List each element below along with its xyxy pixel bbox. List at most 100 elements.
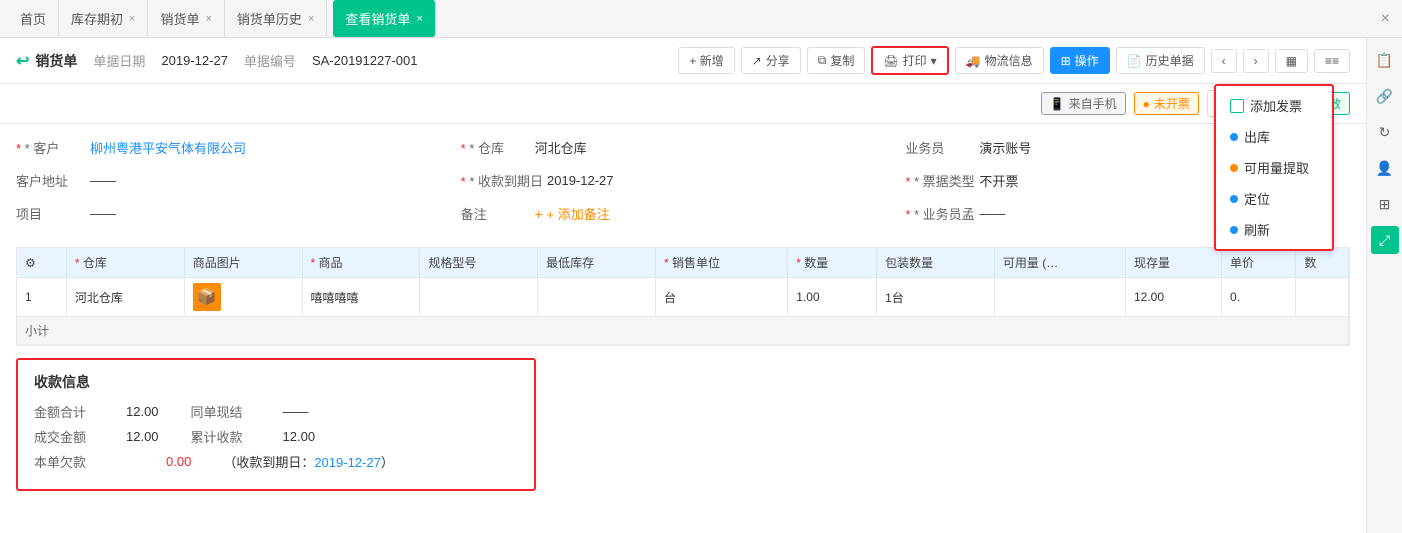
refresh-label: 刷新 bbox=[1244, 220, 1270, 239]
col-product-img: 商品图片 bbox=[184, 248, 302, 278]
subtotal-label: 小计 bbox=[17, 317, 1349, 345]
tab-view-sales-close[interactable]: × bbox=[416, 13, 422, 25]
history-label: 历史单据 bbox=[1146, 52, 1194, 69]
from-phone-button[interactable]: 📱 来自手机 bbox=[1041, 92, 1126, 115]
tab-sales-label: 销货单 bbox=[160, 9, 199, 28]
cell-current-stock: 12.00 bbox=[1125, 278, 1221, 317]
sidebar-rotate-icon[interactable]: ↻ bbox=[1371, 118, 1399, 146]
current-due-label: 本单欠款 bbox=[34, 452, 134, 471]
note-add-button[interactable]: + + 添加备注 bbox=[531, 202, 614, 225]
locate-label: 定位 bbox=[1244, 189, 1270, 208]
current-due-value: 0.00 bbox=[166, 454, 191, 469]
tab-sales-close[interactable]: × bbox=[205, 13, 211, 25]
date-label: 单据日期 bbox=[93, 51, 145, 70]
col-unit-price: 单价 bbox=[1222, 248, 1296, 278]
sidebar-link-icon[interactable]: 🔗 bbox=[1371, 82, 1399, 110]
outbound-item[interactable]: 出库 bbox=[1216, 121, 1332, 152]
history-icon: 📄 bbox=[1127, 54, 1142, 68]
grid-view-button[interactable]: ▦ bbox=[1275, 49, 1308, 73]
refresh-icon bbox=[1230, 226, 1238, 234]
tab-sales-history[interactable]: 销货单历史 × bbox=[225, 0, 327, 37]
amount-value: 12.00 bbox=[126, 404, 159, 419]
tab-home-label: 首页 bbox=[20, 9, 46, 28]
logistics-icon: 🚚 bbox=[966, 54, 981, 68]
sidebar-expand-icon[interactable]: ⤢ bbox=[1371, 226, 1399, 254]
col-current-stock: 现存量 bbox=[1125, 248, 1221, 278]
cell-pack-qty: 1台 bbox=[877, 278, 995, 317]
nav-prev-button[interactable]: ‹ bbox=[1211, 49, 1237, 73]
table-row: 1 河北仓库 📦 嘻嘻嘻嘻 台 1.00 1台 12.00 0. bbox=[17, 278, 1349, 317]
form-area: * 客户 柳州粤港平安气体有限公司 * 仓库 河北仓库 业务员 演示账号 客户地… bbox=[0, 124, 1366, 247]
project-value: —— bbox=[86, 204, 120, 223]
window-close-button[interactable]: × bbox=[1381, 10, 1390, 28]
doc-type-label: 销货单 bbox=[35, 51, 77, 71]
cell-unit: 台 bbox=[655, 278, 787, 317]
operations-button[interactable]: ⊞ 操作 bbox=[1050, 47, 1110, 74]
tab-inventory-close[interactable]: × bbox=[129, 13, 135, 25]
due-date-note: （收款到期日：2019-12-27） bbox=[223, 452, 394, 471]
cell-more bbox=[1296, 278, 1349, 317]
not-open-button[interactable]: ● 未开票 bbox=[1134, 92, 1199, 115]
cell-index: 1 bbox=[17, 278, 66, 317]
logistics-button[interactable]: 🚚 物流信息 bbox=[955, 47, 1044, 74]
nav-right-icon: › bbox=[1254, 54, 1258, 68]
col-settings[interactable]: ⚙ bbox=[17, 248, 66, 278]
cell-product-img: 📦 bbox=[184, 278, 302, 317]
customer-value[interactable]: 柳州粤港平安气体有限公司 bbox=[86, 136, 250, 159]
address-value: —— bbox=[86, 171, 120, 190]
payment-row-3: 本单欠款 0.00 （收款到期日：2019-12-27） bbox=[34, 452, 518, 471]
note-label: 备注 bbox=[461, 204, 531, 223]
product-table: ⚙ * 仓库 商品图片 * 商品 规格型号 最低库存 * 销售单位 * 数量 包… bbox=[16, 247, 1350, 346]
tab-history-close[interactable]: × bbox=[308, 13, 314, 25]
cell-product-name: 嘻嘻嘻嘻 bbox=[302, 278, 420, 317]
due-date-field: * 收款到期日 2019-12-27 bbox=[461, 171, 906, 190]
form-row-2: 客户地址 —— * 收款到期日 2019-12-27 * 票据类型 不开票 bbox=[16, 169, 1350, 192]
product-thumbnail: 📦 bbox=[193, 283, 221, 311]
form-row-1: * 客户 柳州粤港平安气体有限公司 * 仓库 河北仓库 业务员 演示账号 bbox=[16, 136, 1350, 159]
outbound-icon bbox=[1230, 133, 1238, 141]
sidebar-user-icon[interactable]: 👤 bbox=[1371, 154, 1399, 182]
sidebar-info-icon[interactable]: 📋 bbox=[1371, 46, 1399, 74]
share-button[interactable]: ↗ 分享 bbox=[741, 47, 801, 74]
toolbar2: 📱 来自手机 ● 未开票 ✓ 已核销 ✓ 已生效 bbox=[0, 84, 1366, 124]
print-button[interactable]: 🖨 打印 ▾ bbox=[871, 46, 948, 75]
col-unit: * 销售单位 bbox=[655, 248, 787, 278]
copy-button[interactable]: ⧉ 复制 bbox=[807, 47, 866, 74]
new-button[interactable]: + 新增 bbox=[678, 47, 734, 74]
sidebar-table-icon[interactable]: ⊞ bbox=[1371, 190, 1399, 218]
col-qty: * 数量 bbox=[788, 248, 877, 278]
operations-label: 操作 bbox=[1075, 52, 1099, 69]
locate-item[interactable]: 定位 bbox=[1216, 183, 1332, 214]
transaction-label: 成交金额 bbox=[34, 427, 94, 446]
project-field: 项目 —— bbox=[16, 204, 461, 223]
share-label: 分享 bbox=[766, 52, 790, 69]
payment-info-title: 收款信息 bbox=[34, 372, 518, 392]
tab-sales-order[interactable]: 销货单 × bbox=[148, 0, 224, 37]
doc-header: ↩ 销货单 单据日期 2019-12-27 单据编号 SA-20191227-0… bbox=[0, 38, 1366, 84]
history-button[interactable]: 📄 历史单据 bbox=[1116, 47, 1205, 74]
logistics-label: 物流信息 bbox=[985, 52, 1033, 69]
cumulative-value: 12.00 bbox=[283, 429, 316, 444]
add-invoice-item[interactable]: 添加发票 bbox=[1216, 90, 1332, 121]
note-add-label: + 添加备注 bbox=[546, 207, 609, 222]
col-spec: 规格型号 bbox=[420, 248, 538, 278]
new-label: + 新增 bbox=[689, 52, 723, 69]
cell-min-stock bbox=[538, 278, 656, 317]
tab-inventory-init[interactable]: 库存期初 × bbox=[59, 0, 148, 37]
ticket-icon: ● bbox=[1143, 97, 1150, 111]
tab-home[interactable]: 首页 bbox=[8, 0, 59, 37]
address-label: 客户地址 bbox=[16, 171, 86, 190]
tab-history-label: 销货单历史 bbox=[237, 9, 302, 28]
copy-label: 复制 bbox=[830, 52, 854, 69]
number-value: SA-20191227-001 bbox=[312, 53, 418, 68]
operator-value: 演示账号 bbox=[975, 136, 1035, 159]
list-view-button[interactable]: ≡≡ bbox=[1314, 49, 1350, 73]
nav-next-button[interactable]: › bbox=[1243, 49, 1269, 73]
cell-spec bbox=[420, 278, 538, 317]
tab-view-sales[interactable]: 查看销货单 × bbox=[333, 0, 435, 37]
add-invoice-icon bbox=[1230, 99, 1244, 113]
customer-label: * 客户 bbox=[16, 138, 86, 157]
available-qty-item[interactable]: 可用量提取 bbox=[1216, 152, 1332, 183]
refresh-item[interactable]: 刷新 bbox=[1216, 214, 1332, 245]
outbound-label: 出库 bbox=[1244, 127, 1270, 146]
